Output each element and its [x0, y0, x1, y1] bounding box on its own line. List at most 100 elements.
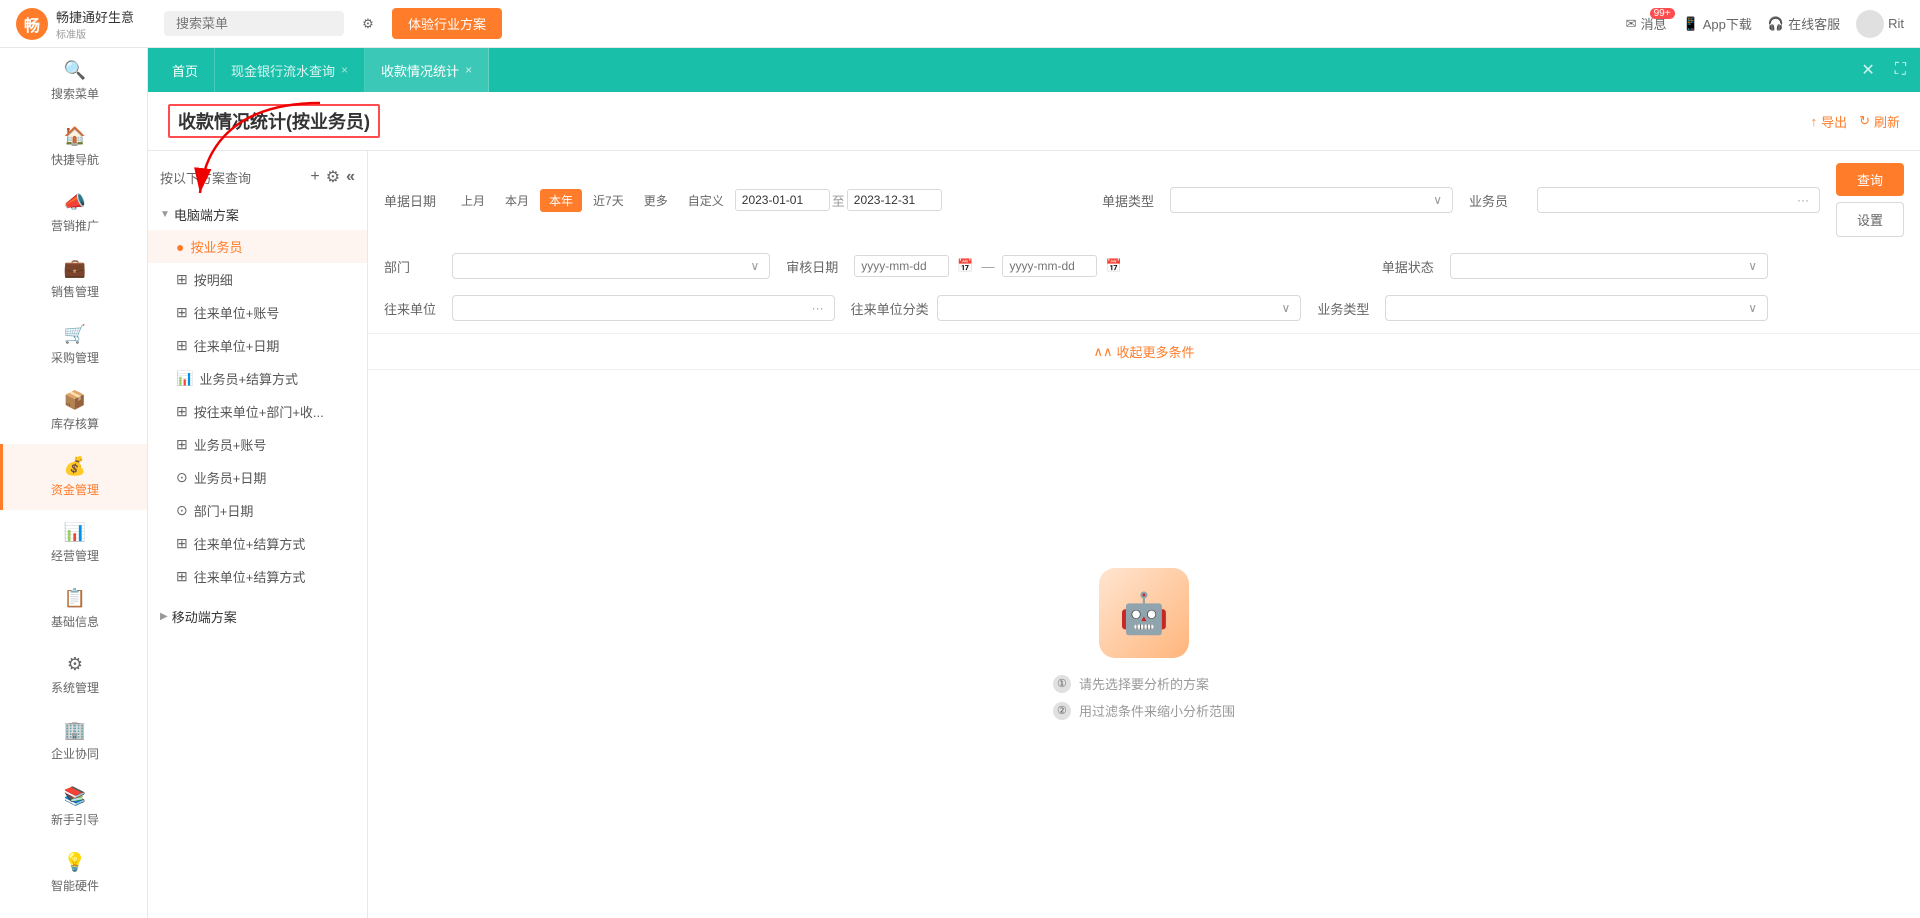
sidebar-item-beginner[interactable]: 📚 新手引导 — [0, 774, 147, 840]
date-btn-custom[interactable]: 自定义 — [679, 189, 733, 212]
scheme-section-mobile: ▶ 移动端方案 — [148, 597, 367, 636]
settings-button[interactable]: 设置 — [1836, 202, 1904, 237]
scheme-gear-icon[interactable]: ⚙ — [326, 167, 340, 187]
business-type-select[interactable]: ∨ — [1385, 295, 1768, 321]
query-button[interactable]: 查询 — [1836, 163, 1904, 196]
online-service-area[interactable]: 🎧 在线客服 — [1768, 14, 1840, 33]
scheme-item-salesperson-account[interactable]: ⊞ 业务员+账号 — [148, 428, 367, 461]
scheme-add-icon[interactable]: + — [310, 168, 319, 186]
user-avatar — [1856, 10, 1884, 38]
audit-date-start[interactable] — [854, 255, 949, 277]
sidebar-item-wechat[interactable]: 💬 企业微信 — [0, 906, 147, 918]
audit-calendar-icon[interactable]: 📅 — [957, 258, 973, 274]
user-area[interactable]: Rit — [1856, 10, 1904, 38]
scheme-item-cp-settlement2[interactable]: ⊞ 往来单位+结算方式 — [148, 560, 367, 593]
search-input[interactable] — [164, 11, 344, 36]
scheme-panel: 按以下方案查询 + ⚙ « ▼ 电脑端方案 ● 按业务员 — [148, 151, 368, 918]
refresh-icon: ↻ — [1859, 113, 1870, 129]
scheme-item-salesperson-date[interactable]: ⊙ 业务员+日期 — [148, 461, 367, 494]
audit-date-end[interactable] — [1002, 255, 1097, 277]
sidebar-item-quick-nav[interactable]: 🏠 快捷导航 — [0, 114, 147, 180]
tab-maximize-icon[interactable]: ⛶ — [1889, 61, 1912, 79]
sidebar-item-basic-info[interactable]: 📋 基础信息 — [0, 576, 147, 642]
headset-icon: 🎧 — [1768, 16, 1784, 32]
cp-dept-icon: ⊞ — [176, 403, 188, 420]
tab-bank-flow[interactable]: 现金银行流水查询 × — [215, 48, 365, 92]
export-icon: ↑ — [1811, 114, 1818, 129]
sidebar-item-system[interactable]: ⚙ 系统管理 — [0, 642, 147, 708]
sidebar-item-smart-hw[interactable]: 💡 智能硬件 — [0, 840, 147, 906]
sidebar-item-purchase[interactable]: 🛒 采购管理 — [0, 312, 147, 378]
refresh-button[interactable]: ↻ 刷新 — [1859, 112, 1900, 131]
collapse-button[interactable]: ∧∧ 收起更多条件 — [1085, 334, 1202, 369]
counterpart-select[interactable]: ··· — [452, 295, 835, 321]
tab-home[interactable]: 首页 — [156, 48, 215, 92]
search-icon: 🔍 — [64, 60, 86, 81]
scheme-item-by-detail[interactable]: ⊞ 按明细 — [148, 263, 367, 296]
scheme-item-label-sp-account: 业务员+账号 — [194, 435, 267, 454]
scheme-item-counterpart-date[interactable]: ⊞ 往来单位+日期 — [148, 329, 367, 362]
filter-panel: 单据日期 上月 本月 本年 近7天 更多 自定义 至 — [368, 151, 1920, 334]
desktop-expand-icon: ▼ — [160, 209, 170, 220]
app-download-label: App下载 — [1703, 14, 1752, 33]
tab-close-all-icon[interactable]: ✕ — [1855, 60, 1880, 80]
date-end-input[interactable] — [847, 189, 942, 211]
sidebar-label-inventory: 库存核算 — [51, 415, 99, 432]
scheme-section-desktop-title[interactable]: ▼ 电脑端方案 — [148, 199, 367, 230]
counterpart-category-select[interactable]: ∨ — [937, 295, 1302, 321]
header-search-area: ⚙ 体验行业方案 — [164, 8, 1626, 40]
tab-collection-stats-label: 收款情况统计 — [381, 61, 459, 80]
date-label: 单据日期 — [384, 191, 444, 210]
trial-button[interactable]: 体验行业方案 — [392, 8, 502, 39]
sidebar-item-finance[interactable]: 💰 资金管理 — [0, 444, 147, 510]
collapse-label: 收起更多条件 — [1117, 342, 1195, 361]
sales-icon: 💼 — [64, 258, 86, 279]
date-btn-last-7days[interactable]: 近7天 — [584, 189, 633, 212]
scheme-item-by-salesperson[interactable]: ● 按业务员 — [148, 230, 367, 263]
date-quick-btns: 上月 本月 本年 近7天 更多 自定义 至 — [452, 189, 942, 212]
dept-select[interactable]: ∨ — [452, 253, 770, 279]
header-gear-icon[interactable]: ⚙ — [352, 8, 384, 40]
scheme-item-counterpart-account[interactable]: ⊞ 往来单位+账号 — [148, 296, 367, 329]
scheme-item-salesperson-settlement[interactable]: 📊 业务员+结算方式 — [148, 362, 367, 395]
scheme-section-mobile-title[interactable]: ▶ 移动端方案 — [148, 601, 367, 632]
message-badge: 99+ — [1650, 8, 1675, 19]
scheme-item-dept-date[interactable]: ⊙ 部门+日期 — [148, 494, 367, 527]
app-download-area[interactable]: 📱 App下载 — [1683, 14, 1752, 33]
message-area[interactable]: ✉ 消息 99+ — [1626, 14, 1667, 33]
counterpart-category-label: 往来单位分类 — [851, 299, 929, 318]
salesperson-select[interactable]: ··· — [1537, 187, 1820, 213]
sidebar-item-marketing[interactable]: 📣 营销推广 — [0, 180, 147, 246]
step-2-text: 用过滤条件来缩小分析范围 — [1079, 701, 1235, 720]
filter-group-counterpart: 往来单位 ··· — [384, 295, 835, 321]
logo-area: 畅 畅捷通好生意 标准版 — [16, 7, 164, 41]
scheme-collapse-icon[interactable]: « — [346, 168, 355, 186]
sidebar-item-search-menu[interactable]: 🔍 搜索菜单 — [0, 48, 147, 114]
date-btn-more[interactable]: 更多 — [635, 189, 677, 212]
tab-bar: 首页 现金银行流水查询 × 收款情况统计 × ✕ ⛶ — [148, 48, 1920, 92]
sidebar-item-enterprise[interactable]: 🏢 企业协同 — [0, 708, 147, 774]
tab-collection-close-icon[interactable]: × — [465, 63, 472, 77]
scheme-item-counterpart-dept[interactable]: ⊞ 按往来单位+部门+收... — [148, 395, 367, 428]
date-btn-this-month[interactable]: 本月 — [496, 189, 538, 212]
sidebar-item-sales[interactable]: 💼 销售管理 — [0, 246, 147, 312]
date-start-input[interactable] — [735, 189, 830, 211]
tab-home-label: 首页 — [172, 61, 198, 80]
scheme-item-cp-settlement1[interactable]: ⊞ 往来单位+结算方式 — [148, 527, 367, 560]
salesperson-settlement-icon: 📊 — [176, 370, 193, 387]
audit-calendar-end-icon[interactable]: 📅 — [1105, 258, 1121, 274]
tab-bank-flow-close-icon[interactable]: × — [341, 63, 348, 77]
scheme-header-label: 按以下方案查询 — [160, 168, 251, 187]
mobile-section-label: 移动端方案 — [172, 607, 237, 626]
operation-icon: 📊 — [64, 522, 86, 543]
date-btn-last-month[interactable]: 上月 — [452, 189, 494, 212]
page-title: 收款情况统计(按业务员) — [168, 104, 380, 138]
sidebar-label-finance: 资金管理 — [51, 481, 99, 498]
date-btn-this-year[interactable]: 本年 — [540, 189, 582, 212]
export-button[interactable]: ↑ 导出 — [1811, 112, 1848, 131]
tab-collection-stats[interactable]: 收款情况统计 × — [365, 48, 489, 92]
sidebar-item-operation[interactable]: 📊 经营管理 — [0, 510, 147, 576]
sidebar-item-inventory[interactable]: 📦 库存核算 — [0, 378, 147, 444]
receipt-type-select[interactable]: ∨ — [1170, 187, 1453, 213]
receipt-status-select[interactable]: ∨ — [1450, 253, 1768, 279]
